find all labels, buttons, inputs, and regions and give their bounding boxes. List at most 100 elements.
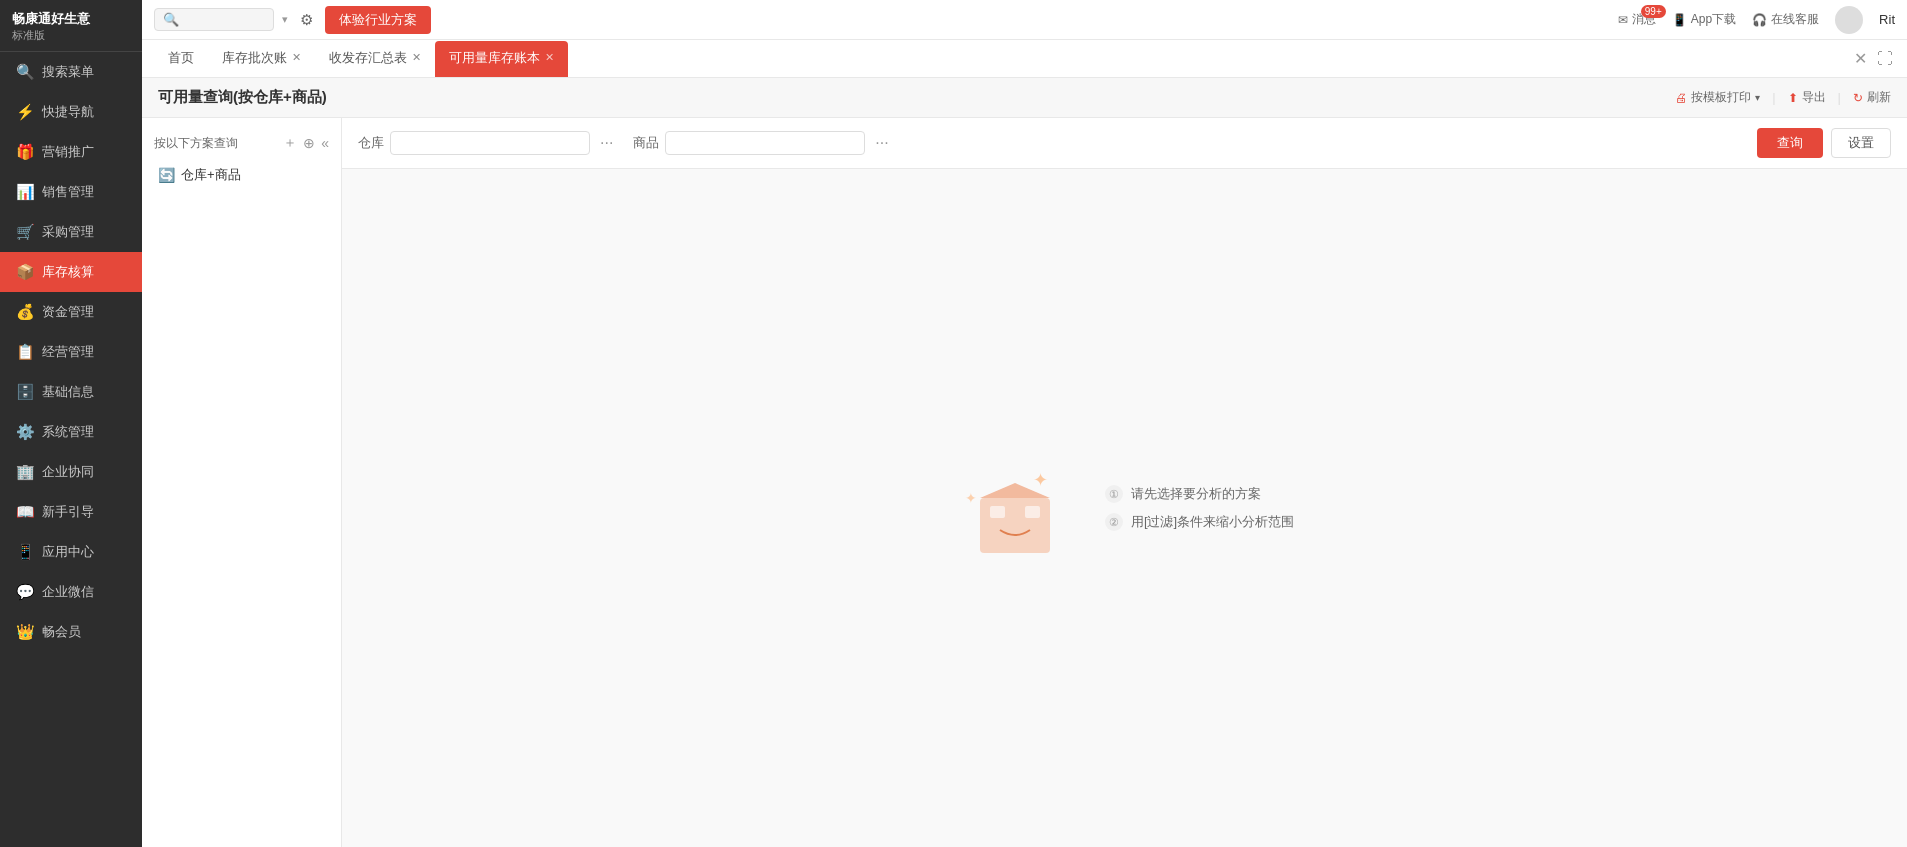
sidebar-item-label-enterprise: 企业协同 [42,463,94,481]
inventory-icon: 📦 [16,263,34,281]
collapse-filter-icon[interactable]: « [321,135,329,151]
topbar-search-box[interactable]: 🔍 [154,8,274,31]
warehouse-more-icon[interactable]: ··· [596,132,617,154]
sidebar-item-label-wechat: 企业微信 [42,583,94,601]
goods-field: 商品 ··· [633,131,892,155]
sales-icon: 📊 [16,183,34,201]
query-button[interactable]: 查询 [1757,128,1823,158]
export-label: 导出 [1802,89,1826,106]
sidebar-item-label-system: 系统管理 [42,423,94,441]
svg-rect-0 [980,498,1050,553]
tab-batch-ledger[interactable]: 库存批次账 ✕ [208,41,315,77]
sidebar-item-label-shortcut: 快捷导航 [42,103,94,121]
empty-text: ① 请先选择要分析的方案 ② 用[过滤]条件来缩小分析范围 [1105,485,1294,531]
main-area: 🔍 ▾ ⚙ 体验行业方案 ✉ 消息 99+ 📱 App下载 🎧 在线客服 Rit [142,0,1907,847]
sidebar-item-label-guide: 新手引导 [42,503,94,521]
tab-maximize-icon[interactable]: ⛶ [1875,48,1895,70]
chevron-down-icon[interactable]: ▾ [282,13,288,26]
warehouse-field: 仓库 ··· [358,131,617,155]
content-area: 按以下方案查询 ＋ ⊕ « 🔄 仓库+商品 仓库 ··· [142,118,1907,847]
sidebar-item-member[interactable]: 👑 畅会员 [0,612,142,652]
phone-icon: 📱 [1672,13,1687,27]
add-filter-icon[interactable]: ＋ [283,134,297,152]
sidebar-item-label-search: 搜索菜单 [42,63,94,81]
refresh-icon: ↻ [1853,91,1863,105]
print-template-button[interactable]: 🖨 按模板打印 ▾ [1675,89,1760,106]
tab-recv-summary-close[interactable]: ✕ [412,51,421,64]
purchase-icon: 🛒 [16,223,34,241]
empty-svg: ✦ ✦ [955,448,1075,568]
goods-input[interactable] [665,131,865,155]
filter-item-icon: 🔄 [158,167,175,183]
svg-text:✦: ✦ [965,490,977,506]
sidebar-item-guide[interactable]: 📖 新手引导 [0,492,142,532]
tab-available-ledger-close[interactable]: ✕ [545,51,554,64]
sidebar-item-finance[interactable]: 💰 资金管理 [0,292,142,332]
tab-recv-summary[interactable]: 收发存汇总表 ✕ [315,41,435,77]
sidebar-item-enterprise[interactable]: 🏢 企业协同 [0,452,142,492]
sidebar-item-app-center[interactable]: 📱 应用中心 [0,532,142,572]
goods-more-icon[interactable]: ··· [871,132,892,154]
brand-area: 畅康通好生意 标准版 [0,0,142,52]
topbar: 🔍 ▾ ⚙ 体验行业方案 ✉ 消息 99+ 📱 App下载 🎧 在线客服 Rit [142,0,1907,40]
empty-hint-1-text: 请先选择要分析的方案 [1131,485,1261,503]
print-icon: 🖨 [1675,91,1687,105]
gear-icon[interactable]: ⚙ [296,7,317,33]
filter-panel-actions: ＋ ⊕ « [283,134,329,152]
filter-panel-header: 按以下方案查询 ＋ ⊕ « [142,128,341,158]
brand-name: 畅康通好生意 [12,10,130,28]
sidebar-item-basic-info[interactable]: 🗄️ 基础信息 [0,372,142,412]
filter-item-label: 仓库+商品 [181,166,241,184]
guide-icon: 📖 [16,503,34,521]
settings-button[interactable]: 设置 [1831,128,1891,158]
message-button[interactable]: ✉ 消息 99+ [1618,11,1656,28]
sidebar-item-label-member: 畅会员 [42,623,81,641]
sidebar-item-wechat[interactable]: 💬 企业微信 [0,572,142,612]
service-label: 在线客服 [1771,11,1819,28]
tab-available-ledger[interactable]: 可用量库存账本 ✕ [435,41,568,77]
sidebar-item-marketing-promo[interactable]: 🎁 营销推广 [0,132,142,172]
online-service-button[interactable]: 🎧 在线客服 [1752,11,1819,28]
topbar-search-input[interactable] [183,13,263,27]
filter-panel-title: 按以下方案查询 [154,135,238,152]
tab-home-label: 首页 [168,49,194,67]
shortcut-icon: ⚡ [16,103,34,121]
sidebar-item-sales[interactable]: 📊 销售管理 [0,172,142,212]
sidebar: 畅康通好生意 标准版 🔍 搜索菜单 ⚡ 快捷导航 🎁 营销推广 📊 销售管理 🛒… [0,0,142,847]
message-badge: 99+ [1641,5,1666,18]
sidebar-item-label-purchase: 采购管理 [42,223,94,241]
empty-hint-1: ① 请先选择要分析的方案 [1105,485,1294,503]
trial-button[interactable]: 体验行业方案 [325,6,431,34]
empty-state: ✦ ✦ ① 请先选择要分析的方案 ② 用[过滤]条件来缩小分析范围 [342,169,1907,847]
sidebar-item-search[interactable]: 🔍 搜索菜单 [0,52,142,92]
page-header: 可用量查询(按仓库+商品) 🖨 按模板打印 ▾ | ⬆ 导出 | ↻ 刷新 [142,78,1907,118]
filter-item-warehouse-goods[interactable]: 🔄 仓库+商品 [142,158,341,192]
export-icon: ⬆ [1788,91,1798,105]
tab-available-ledger-label: 可用量库存账本 [449,49,540,67]
search-icon: 🔍 [16,63,34,81]
sidebar-item-label-app-center: 应用中心 [42,543,94,561]
settings-filter-icon[interactable]: ⊕ [303,135,315,151]
refresh-button[interactable]: ↻ 刷新 [1853,89,1891,106]
refresh-label: 刷新 [1867,89,1891,106]
sidebar-item-inventory[interactable]: 📦 库存核算 [0,252,142,292]
sidebar-item-operations[interactable]: 📋 经营管理 [0,332,142,372]
sidebar-item-system[interactable]: ⚙️ 系统管理 [0,412,142,452]
app-download-button[interactable]: 📱 App下载 [1672,11,1736,28]
sidebar-item-purchase[interactable]: 🛒 采购管理 [0,212,142,252]
export-button[interactable]: ⬆ 导出 [1788,89,1826,106]
tab-close-all-icon[interactable]: ✕ [1852,47,1869,70]
main-content: 仓库 ··· 商品 ··· 查询 设置 [342,118,1907,847]
sidebar-item-label-marketing-promo: 营销推广 [42,143,94,161]
query-actions: 查询 设置 [1757,128,1891,158]
app-center-icon: 📱 [16,543,34,561]
user-avatar[interactable] [1835,6,1863,34]
tab-home[interactable]: 首页 [154,41,208,77]
sidebar-item-shortcut[interactable]: ⚡ 快捷导航 [0,92,142,132]
warehouse-input[interactable] [390,131,590,155]
marketing-promo-icon: 🎁 [16,143,34,161]
headset-icon: 🎧 [1752,13,1767,27]
system-icon: ⚙️ [16,423,34,441]
tab-batch-ledger-close[interactable]: ✕ [292,51,301,64]
svg-rect-2 [1025,506,1040,518]
